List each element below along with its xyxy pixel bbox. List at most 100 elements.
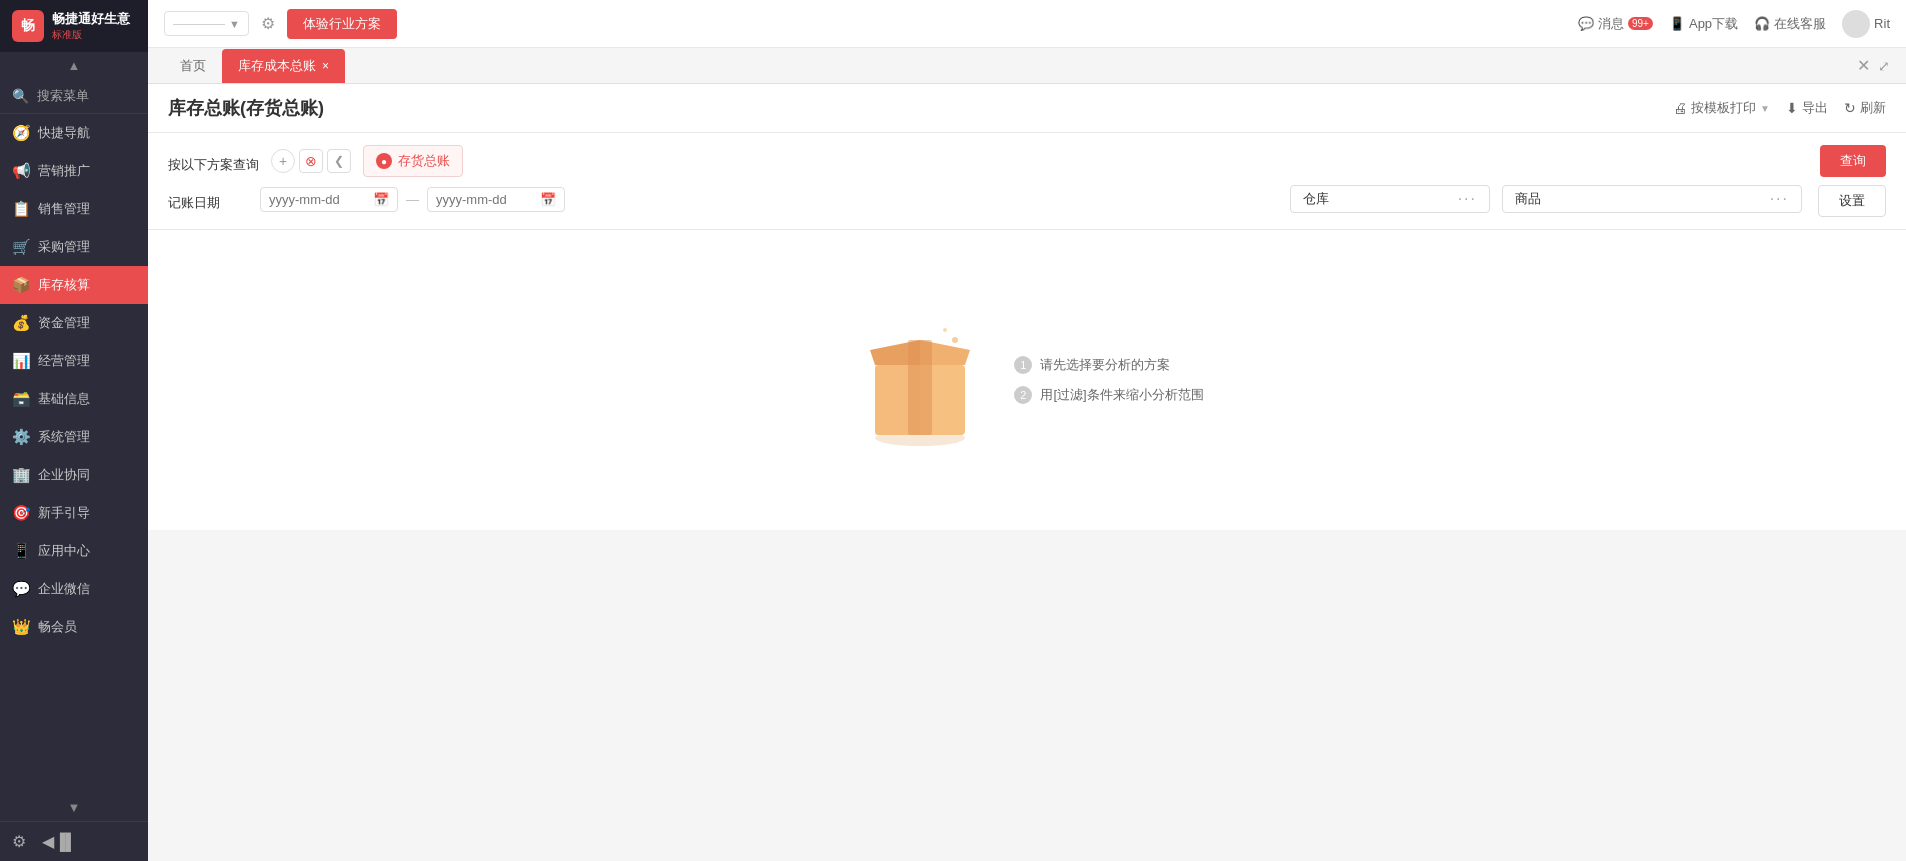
sidebar-item-base-info[interactable]: 🗃️ 基础信息: [0, 380, 148, 418]
app-download-item[interactable]: 📱 App下载: [1669, 15, 1738, 33]
sidebar-item-beginner[interactable]: 🎯 新手引导: [0, 494, 148, 532]
app-center-icon: 📱: [12, 542, 30, 560]
filter-fields-row: 记账日期 📅 — 📅: [168, 185, 1802, 213]
empty-hint-2: 2 用[过滤]条件来缩小分析范围: [1014, 386, 1203, 404]
messages-badge: 99+: [1628, 17, 1653, 30]
goods-selector[interactable]: 商品 ···: [1502, 185, 1802, 213]
refresh-icon: ↻: [1844, 100, 1856, 116]
query-button[interactable]: 查询: [1820, 145, 1886, 177]
print-button[interactable]: 🖨 按模板打印 ▼: [1673, 99, 1770, 117]
topbar-right: 💬 消息 99+ 📱 App下载 🎧 在线客服 Rit: [1578, 10, 1890, 38]
warehouse-more-icon[interactable]: ···: [1458, 190, 1477, 208]
tab-inventory-ledger[interactable]: 库存成本总账 ×: [222, 49, 345, 83]
tab-close-icon[interactable]: ×: [322, 59, 329, 73]
search-icon: 🔍: [12, 88, 29, 104]
sidebar-item-operations[interactable]: 📊 经营管理: [0, 342, 148, 380]
scheme-item-inventory[interactable]: ● 存货总账: [363, 145, 463, 177]
enterprise-icon: 🏢: [12, 466, 30, 484]
print-icon: 🖨: [1673, 100, 1687, 116]
sidebar-logo: 畅 畅捷通好生意 标准版: [0, 0, 148, 52]
wechat-icon: 💬: [12, 580, 30, 598]
scroll-down-btn[interactable]: ▼: [0, 794, 148, 821]
close-panel-button[interactable]: ✕: [1857, 56, 1870, 75]
content-area: 1 请先选择要分析的方案 2 用[过滤]条件来缩小分析范围: [148, 230, 1906, 530]
sidebar-item-app-center[interactable]: 📱 应用中心: [0, 532, 148, 570]
page-title: 库存总账(存货总账): [168, 96, 324, 120]
filter-scheme-row: 按以下方案查询 + ⊗ ❮ ● 存货总账: [168, 145, 1802, 177]
add-filter-button[interactable]: +: [271, 149, 295, 173]
sidebar-item-purchase[interactable]: 🛒 采购管理: [0, 228, 148, 266]
sidebar-item-wechat[interactable]: 💬 企业微信: [0, 570, 148, 608]
trial-industry-button[interactable]: 体验行业方案: [287, 9, 397, 39]
date-label: 记账日期: [168, 186, 248, 212]
refresh-button[interactable]: ↻ 刷新: [1844, 99, 1886, 117]
expand-button[interactable]: ⤢: [1878, 58, 1890, 74]
purchase-icon: 🛒: [12, 238, 30, 256]
sidebar: 畅 畅捷通好生意 标准版 ▲ 🔍 搜索菜单 🧭 快捷导航 📢 营销推广 📋 销售…: [0, 0, 148, 861]
empty-hint-1: 1 请先选择要分析的方案: [1014, 356, 1203, 374]
sales-icon: 📋: [12, 200, 30, 218]
page-header: 库存总账(存货总账) 🖨 按模板打印 ▼ ⬇ 导出 ↻ 刷新: [148, 84, 1906, 133]
user-avatar: [1842, 10, 1870, 38]
svg-point-6: [952, 337, 958, 343]
logo-text: 畅捷通好生意 标准版: [52, 10, 130, 42]
headset-icon: 🎧: [1754, 16, 1770, 31]
export-button[interactable]: ⬇ 导出: [1786, 99, 1828, 117]
operations-icon: 📊: [12, 352, 30, 370]
empty-box-svg: [850, 310, 990, 450]
remove-filter-button[interactable]: ⊗: [299, 149, 323, 173]
tabs-bar: 首页 库存成本总账 × ✕ ⤢: [148, 48, 1906, 84]
finance-icon: 💰: [12, 314, 30, 332]
empty-illustration: [850, 310, 990, 450]
filter-left: 按以下方案查询 + ⊗ ❮ ● 存货总账 记账日期: [168, 145, 1802, 213]
date-start-input[interactable]: [269, 192, 369, 207]
export-icon: ⬇: [1786, 100, 1798, 116]
settings-button[interactable]: 设置: [1818, 185, 1886, 217]
search-menu[interactable]: 🔍 搜索菜单: [0, 79, 148, 114]
main-content: ———— ▼ ⚙ 体验行业方案 💬 消息 99+ 📱 App下载 🎧 在线客服: [148, 0, 1906, 861]
filter-add-buttons: + ⊗ ❮: [271, 149, 351, 173]
tab-home[interactable]: 首页: [164, 49, 222, 83]
message-icon: 💬: [1578, 16, 1594, 31]
online-support-item[interactable]: 🎧 在线客服: [1754, 15, 1826, 33]
calendar-end-icon[interactable]: 📅: [540, 192, 556, 207]
sidebar-item-system[interactable]: ⚙️ 系统管理: [0, 418, 148, 456]
svg-rect-5: [908, 340, 932, 435]
sidebar-item-inventory[interactable]: 📦 库存核算: [0, 266, 148, 304]
sidebar-item-member[interactable]: 👑 畅会员: [0, 608, 148, 646]
sidebar-footer: ⚙ ◀▐▌: [0, 821, 148, 861]
user-profile[interactable]: Rit: [1842, 10, 1890, 38]
hint-num-1: 1: [1014, 356, 1032, 374]
scroll-up-btn[interactable]: ▲: [0, 52, 148, 79]
sidebar-item-enterprise[interactable]: 🏢 企业协同: [0, 456, 148, 494]
calendar-start-icon[interactable]: 📅: [373, 192, 389, 207]
breadcrumb-dropdown[interactable]: ———— ▼: [164, 11, 249, 36]
phone-icon: 📱: [1669, 16, 1685, 31]
base-info-icon: 🗃️: [12, 390, 30, 408]
page-container: 库存总账(存货总账) 🖨 按模板打印 ▼ ⬇ 导出 ↻ 刷新: [148, 84, 1906, 861]
topbar-left: ———— ▼ ⚙ 体验行业方案: [164, 9, 1566, 39]
date-end-group[interactable]: 📅: [427, 187, 565, 212]
print-dropdown-icon[interactable]: ▼: [1760, 103, 1770, 114]
goods-more-icon[interactable]: ···: [1770, 190, 1789, 208]
logo-icon: 畅: [12, 10, 44, 42]
tab-right-actions: ✕ ⤢: [1857, 56, 1890, 75]
sidebar-item-sales[interactable]: 📋 销售管理: [0, 190, 148, 228]
settings-footer-icon[interactable]: ⚙: [12, 832, 26, 851]
date-end-input[interactable]: [436, 192, 536, 207]
svg-point-7: [943, 328, 947, 332]
date-separator: —: [406, 192, 419, 207]
topbar: ———— ▼ ⚙ 体验行业方案 💬 消息 99+ 📱 App下载 🎧 在线客服: [148, 0, 1906, 48]
system-icon: ⚙️: [12, 428, 30, 446]
collapse-filter-button[interactable]: ❮: [327, 149, 351, 173]
topbar-settings-icon[interactable]: ⚙: [257, 10, 279, 37]
warehouse-selector[interactable]: 仓库 ···: [1290, 185, 1490, 213]
filter-inner: 按以下方案查询 + ⊗ ❮ ● 存货总账 记账日期: [168, 145, 1886, 217]
messages-item[interactable]: 💬 消息 99+: [1578, 15, 1653, 33]
sidebar-item-finance[interactable]: 💰 资金管理: [0, 304, 148, 342]
date-start-group[interactable]: 📅: [260, 187, 398, 212]
sidebar-item-marketing[interactable]: 📢 营销推广: [0, 152, 148, 190]
audio-footer-icon[interactable]: ◀▐▌: [42, 832, 77, 851]
sidebar-item-quick-nav[interactable]: 🧭 快捷导航: [0, 114, 148, 152]
inventory-icon: 📦: [12, 276, 30, 294]
